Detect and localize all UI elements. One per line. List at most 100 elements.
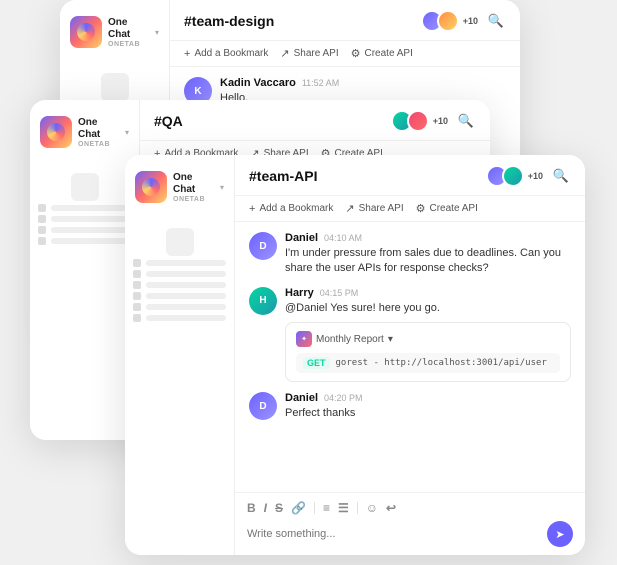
channel-avatars-card3: +10 — [486, 165, 543, 187]
attachment-report-label: Monthly Report — [316, 334, 384, 345]
search-icon[interactable]: 🔍 — [486, 11, 506, 31]
message-item-harry: H Harry 04:15 PM @Daniel Yes sure! here … — [249, 287, 571, 382]
share-api-label-card3: Share API — [359, 203, 404, 214]
sidebar-title-group-card3: One Chat ONETAB — [173, 172, 212, 203]
sidebar-app-name-card2: One Chat — [78, 117, 117, 141]
sidebar-nav-icon-card2[interactable] — [71, 173, 99, 201]
sidebar-row-c3-5 — [133, 303, 226, 311]
format-toolbar: B I S 🔗 ≡ ☰ ☺ ↩ — [247, 501, 573, 515]
message-author-daniel1: Daniel — [285, 232, 318, 244]
sidebar-header-card3[interactable]: One Chat ONETAB ▾ — [133, 167, 226, 207]
sidebar-title-group: One Chat ONETAB — [108, 17, 147, 48]
chevron-down-icon-card2: ▾ — [125, 128, 129, 137]
message-text-harry: @Daniel Yes sure! here you go. — [285, 301, 571, 316]
message-meta: Kadin Vaccaro 11:52 AM — [220, 77, 506, 89]
main-content-card3: #team-API +10 🔍 + Add a Bookmark ↗ Share… — [235, 155, 585, 555]
toolbar-card3: + Add a Bookmark ↗ Share API ⚙ Create AP… — [235, 196, 585, 222]
channel-avatars-card1: +10 — [421, 10, 478, 32]
sidebar-row-c3-3 — [133, 281, 226, 289]
share-api-btn-card3[interactable]: ↗ Share API — [345, 202, 403, 215]
api-endpoint: GET gorest - http://localhost:3001/api/u… — [296, 353, 560, 373]
message-time-daniel2: 04:20 PM — [324, 393, 363, 403]
line — [51, 227, 131, 233]
message-text-daniel1: I'm under pressure from sales due to dea… — [285, 246, 571, 277]
sidebar-card2: One Chat ONETAB ▾ — [30, 100, 140, 440]
create-api-btn-card1[interactable]: ⚙ Create API — [351, 47, 413, 60]
plus-icon: + — [184, 48, 190, 60]
channel-name-card3: #team-API — [249, 168, 478, 184]
message-time: 11:52 AM — [302, 78, 339, 88]
unordered-list-button[interactable]: ≡ — [323, 501, 330, 515]
card-team-api: One Chat ONETAB ▾ #team-API +10 — [125, 155, 585, 555]
avatar-stack-card2 — [391, 110, 429, 132]
sidebar-row-c3-1 — [133, 259, 226, 267]
channel-avatars-card2: +10 — [391, 110, 448, 132]
sidebar-nav-icon-card3[interactable] — [166, 228, 194, 256]
add-bookmark-label-card3: Add a Bookmark — [259, 203, 333, 214]
channel-name-card1: #team-design — [184, 13, 413, 29]
message-body-harry: Harry 04:15 PM @Daniel Yes sure! here yo… — [285, 287, 571, 382]
dot — [133, 281, 141, 289]
line — [51, 238, 131, 244]
method-badge: GET — [303, 357, 330, 369]
search-icon-card3[interactable]: 🔍 — [551, 166, 571, 186]
dot — [133, 314, 141, 322]
dot — [133, 292, 141, 300]
share-icon: ↗ — [280, 47, 289, 60]
sidebar-header-card2[interactable]: One Chat ONETAB ▾ — [38, 112, 131, 152]
sidebar-row-1 — [38, 204, 131, 212]
create-api-btn-card3[interactable]: ⚙ Create API — [416, 202, 478, 215]
sidebar-row-3 — [38, 226, 131, 234]
dot — [38, 226, 46, 234]
message-author-harry: Harry — [285, 287, 314, 299]
create-icon: ⚙ — [351, 47, 361, 60]
dot — [38, 215, 46, 223]
avatar-stack — [421, 10, 459, 32]
messages-area-card3: D Daniel 04:10 AM I'm under pressure fro… — [235, 222, 585, 492]
dot — [133, 303, 141, 311]
emoji-button[interactable]: ☺ — [366, 501, 378, 515]
sidebar-header-card1[interactable]: One Chat ONETAB ▾ — [68, 12, 161, 52]
italic-button[interactable]: I — [264, 501, 267, 515]
dot — [133, 270, 141, 278]
line — [146, 304, 226, 310]
app-logo-card2 — [40, 116, 72, 148]
search-icon-card2[interactable]: 🔍 — [456, 111, 476, 131]
message-avatar-daniel2: D — [249, 392, 277, 420]
send-button[interactable]: ➤ — [547, 521, 573, 547]
sidebar-app-subtitle-card3: ONETAB — [173, 196, 212, 203]
app-logo-inner-card2 — [47, 123, 65, 141]
app-logo-inner-card3 — [142, 178, 160, 196]
line — [146, 315, 226, 321]
app-logo-inner — [77, 23, 95, 41]
sidebar-nav-items-card3 — [133, 221, 226, 329]
attachment-button[interactable]: ↩ — [386, 501, 396, 515]
sidebar-app-name-card3: One Chat — [173, 172, 212, 196]
chevron-down-icon-card3: ▾ — [220, 183, 224, 192]
bold-button[interactable]: B — [247, 501, 256, 515]
strikethrough-button[interactable]: S — [275, 501, 283, 515]
share-api-btn-card1[interactable]: ↗ Share API — [280, 47, 338, 60]
link-button[interactable]: 🔗 — [291, 501, 306, 515]
line — [146, 271, 226, 277]
share-api-label: Share API — [294, 48, 339, 59]
message-item-daniel1: D Daniel 04:10 AM I'm under pressure fro… — [249, 232, 571, 277]
sidebar-nav-icon-1[interactable] — [101, 73, 129, 101]
attachment-title-row: ✦ Monthly Report ▾ — [296, 331, 560, 347]
line — [146, 260, 226, 266]
chevron-down-icon: ▾ — [155, 28, 159, 37]
add-bookmark-btn-card1[interactable]: + Add a Bookmark — [184, 48, 268, 60]
ordered-list-button[interactable]: ☰ — [338, 501, 349, 515]
chevron-icon: ▾ — [388, 334, 393, 345]
sidebar-row-c3-2 — [133, 270, 226, 278]
message-item-daniel2: D Daniel 04:20 PM Perfect thanks — [249, 392, 571, 421]
message-input[interactable] — [247, 528, 539, 540]
add-bookmark-btn-card3[interactable]: + Add a Bookmark — [249, 203, 333, 215]
sidebar-app-subtitle-card2: ONETAB — [78, 141, 117, 148]
create-api-label: Create API — [365, 48, 413, 59]
line — [146, 293, 226, 299]
message-text-daniel2: Perfect thanks — [285, 406, 571, 421]
separator-2 — [357, 502, 358, 514]
message-author: Kadin Vaccaro — [220, 77, 296, 89]
channel-header-card3: #team-API +10 🔍 — [235, 155, 585, 196]
